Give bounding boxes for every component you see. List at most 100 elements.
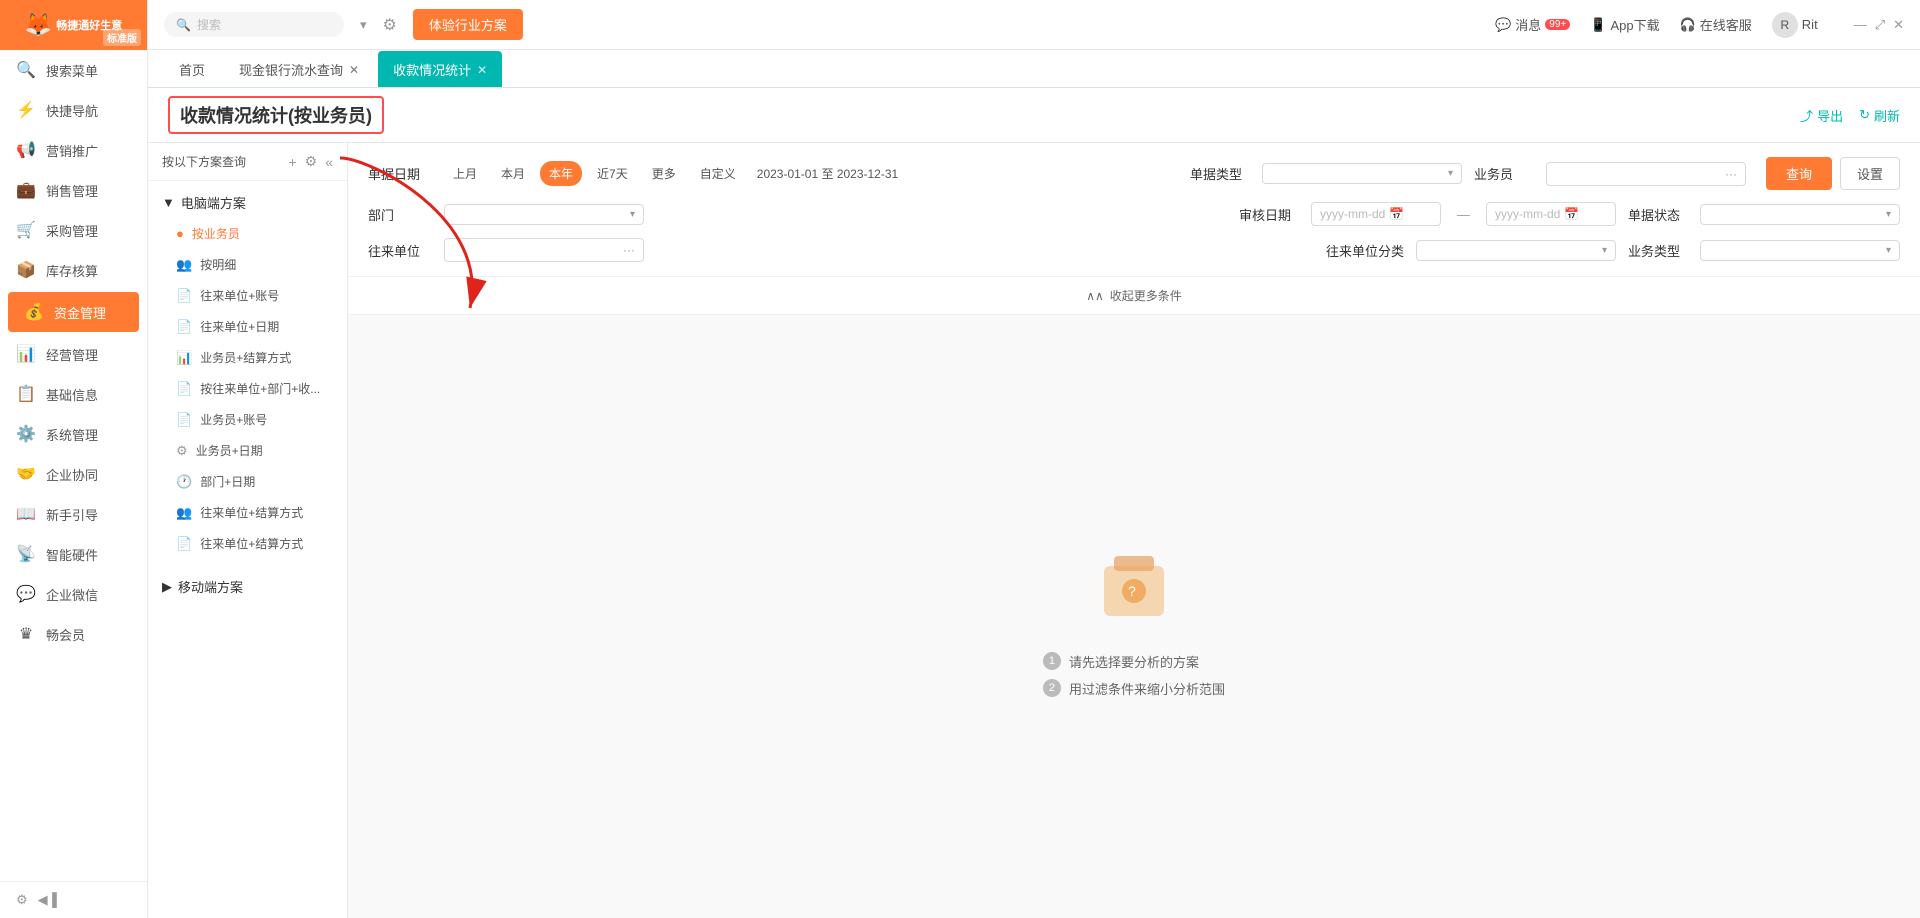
- sidebar-item-wechat[interactable]: 💬 企业微信: [0, 574, 147, 614]
- business-type-label: 业务类型: [1628, 241, 1688, 260]
- maximize-icon[interactable]: ⤢: [1875, 17, 1885, 33]
- schema-item-unit-payment1[interactable]: 👥 往来单位+结算方式: [148, 497, 347, 528]
- empty-illustration: ?: [1084, 536, 1184, 636]
- wechat-icon: 💬: [16, 584, 36, 604]
- export-label: 导出: [1817, 106, 1843, 125]
- query-btn[interactable]: 查询: [1766, 157, 1832, 190]
- sidebar-item-member[interactable]: ♛ 畅会员: [0, 614, 147, 654]
- last-7days-btn[interactable]: 近7天: [588, 161, 637, 186]
- counterpart-category-select[interactable]: ▾: [1416, 240, 1616, 261]
- tab-home[interactable]: 首页: [164, 51, 220, 87]
- schema-item-sales-payment[interactable]: 📊 业务员+结算方式: [148, 342, 347, 373]
- minimize-icon[interactable]: —: [1854, 17, 1867, 32]
- schema-item-label: 按明细: [200, 256, 236, 273]
- schema-settings-btn[interactable]: ⚙: [305, 153, 318, 170]
- mobile-schema-title[interactable]: ▶ 移动端方案: [148, 571, 347, 602]
- sidebar-item-quicknav[interactable]: ⚡ 快捷导航: [0, 90, 147, 130]
- tab-cashflow-label: 现金银行流水查询: [239, 60, 343, 79]
- voucher-status-arrow: ▾: [1886, 209, 1891, 220]
- dept-date-icon: 🕐: [176, 474, 192, 490]
- sidebar-collapse-icon[interactable]: ◀▐: [38, 892, 57, 908]
- online-service-btn[interactable]: 🎧 在线客服: [1680, 15, 1752, 34]
- sidebar-item-search[interactable]: 🔍 搜索菜单: [0, 50, 147, 90]
- schema-item-unit-account[interactable]: 📄 往来单位+账号: [148, 280, 347, 311]
- close-icon[interactable]: ✕: [1893, 17, 1904, 33]
- tab-receipts-close[interactable]: ✕: [477, 63, 487, 77]
- messages-btn[interactable]: 💬 消息 99+: [1495, 15, 1570, 34]
- sidebar-item-hardware[interactable]: 📡 智能硬件: [0, 534, 147, 574]
- last-month-btn[interactable]: 上月: [444, 161, 486, 186]
- schema-item-sales-date[interactable]: ⚙ 业务员+日期: [148, 435, 347, 466]
- more-dates-btn[interactable]: 更多: [643, 161, 685, 186]
- sidebar-item-enterprise[interactable]: 🤝 企业协同: [0, 454, 147, 494]
- schema-item-label: 部门+日期: [200, 473, 255, 490]
- left-panel-header: 按以下方案查询 + ⚙ «: [148, 143, 347, 181]
- sidebar-item-system[interactable]: ⚙️ 系统管理: [0, 414, 147, 454]
- review-date-from-placeholder: yyyy-mm-dd: [1320, 207, 1385, 221]
- tab-cashflow-close[interactable]: ✕: [349, 63, 359, 77]
- collapse-up-icon: ∧∧: [1086, 289, 1104, 303]
- app-download-btn[interactable]: 📱 App下载: [1590, 15, 1659, 34]
- collapse-panel-btn[interactable]: «: [325, 154, 333, 170]
- finance-icon: 💰: [24, 302, 44, 322]
- business-type-select[interactable]: ▾: [1700, 240, 1900, 261]
- sidebar-item-operations[interactable]: 📊 经营管理: [0, 334, 147, 374]
- tip-2: 2 用过滤条件来缩小分析范围: [1043, 679, 1225, 698]
- salesperson-select[interactable]: ···: [1546, 162, 1746, 186]
- sidebar-item-purchase[interactable]: 🛒 采购管理: [0, 210, 147, 250]
- inventory-icon: 📦: [16, 260, 36, 280]
- user-avatar[interactable]: R Rit: [1772, 12, 1818, 38]
- active-schema-icon: ●: [176, 226, 184, 241]
- counterpart-category-arrow: ▾: [1602, 245, 1607, 256]
- filter-row-3: 往来单位 ··· 往来单位分类 ▾ 业务类型: [368, 238, 1900, 262]
- topbar-dropdown-icon[interactable]: ▾: [360, 17, 367, 33]
- review-date-to[interactable]: yyyy-mm-dd 📅: [1486, 202, 1616, 226]
- this-month-btn[interactable]: 本月: [492, 161, 534, 186]
- schema-item-sales-account[interactable]: 📄 业务员+账号: [148, 404, 347, 435]
- filter-row-1: 单据日期 上月 本月 本年 近7天 更多 自定义 2023-01-01 至 20…: [368, 157, 1900, 190]
- refresh-label: 刷新: [1874, 106, 1900, 125]
- calendar-icon-from: 📅: [1389, 207, 1404, 221]
- topbar-search[interactable]: 🔍 搜索: [164, 12, 344, 37]
- guide-icon: 📖: [16, 504, 36, 524]
- voucher-type-select[interactable]: ▾: [1262, 163, 1462, 184]
- department-arrow: ▾: [630, 209, 635, 220]
- topbar-gear-icon[interactable]: ⚙: [383, 15, 397, 35]
- sidebar-item-label: 资金管理: [54, 303, 106, 322]
- member-icon: ♛: [16, 624, 36, 644]
- voucher-status-select[interactable]: ▾: [1700, 204, 1900, 225]
- sidebar-item-label: 营销推广: [46, 141, 98, 160]
- counterpart-select[interactable]: ···: [444, 238, 644, 262]
- sidebar-settings-icon[interactable]: ⚙: [16, 892, 28, 908]
- sidebar-item-sales[interactable]: 💼 销售管理: [0, 170, 147, 210]
- topbar-search-icon: 🔍: [176, 18, 191, 32]
- collapse-bar[interactable]: ∧∧ 收起更多条件: [348, 277, 1920, 315]
- sidebar-item-marketing[interactable]: 📢 营销推广: [0, 130, 147, 170]
- setting-btn[interactable]: 设置: [1840, 157, 1900, 190]
- tab-receipts[interactable]: 收款情况统计 ✕: [378, 51, 502, 87]
- schema-item-detail[interactable]: 👥 按明细: [148, 249, 347, 280]
- tab-home-label: 首页: [179, 60, 205, 79]
- department-select[interactable]: ▾: [444, 204, 644, 225]
- tab-cashflow[interactable]: 现金银行流水查询 ✕: [224, 51, 374, 87]
- schema-item-unit-date[interactable]: 📄 往来单位+日期: [148, 311, 347, 342]
- sidebar-item-finance[interactable]: 💰 资金管理: [8, 292, 139, 332]
- desktop-schema-title[interactable]: ▼ 电脑端方案: [148, 187, 347, 218]
- this-year-btn[interactable]: 本年: [540, 161, 582, 186]
- sidebar-item-basics[interactable]: 📋 基础信息: [0, 374, 147, 414]
- sidebar-item-inventory[interactable]: 📦 库存核算: [0, 250, 147, 290]
- schema-item-unit-payment2[interactable]: 📄 往来单位+结算方式: [148, 528, 347, 559]
- sidebar-item-guide[interactable]: 📖 新手引导: [0, 494, 147, 534]
- refresh-btn[interactable]: ↻ 刷新: [1859, 106, 1900, 125]
- review-date-from[interactable]: yyyy-mm-dd 📅: [1311, 202, 1441, 226]
- custom-dates-btn[interactable]: 自定义: [691, 161, 745, 186]
- hardware-icon: 📡: [16, 544, 36, 564]
- left-panel: 按以下方案查询 + ⚙ « ▼ 电脑端方案 ● 按业务员 👥: [148, 143, 348, 918]
- add-schema-btn[interactable]: +: [288, 154, 296, 170]
- trial-btn[interactable]: 体验行业方案: [413, 9, 523, 40]
- schema-item-unit-dept[interactable]: 📄 按往来单位+部门+收...: [148, 373, 347, 404]
- schema-item-dept-date[interactable]: 🕐 部门+日期: [148, 466, 347, 497]
- schema-item-salesperson[interactable]: ● 按业务员: [148, 218, 347, 249]
- window-controls: — ⤢ ✕: [1854, 17, 1904, 33]
- export-btn[interactable]: ⤴ 导出: [1800, 106, 1843, 125]
